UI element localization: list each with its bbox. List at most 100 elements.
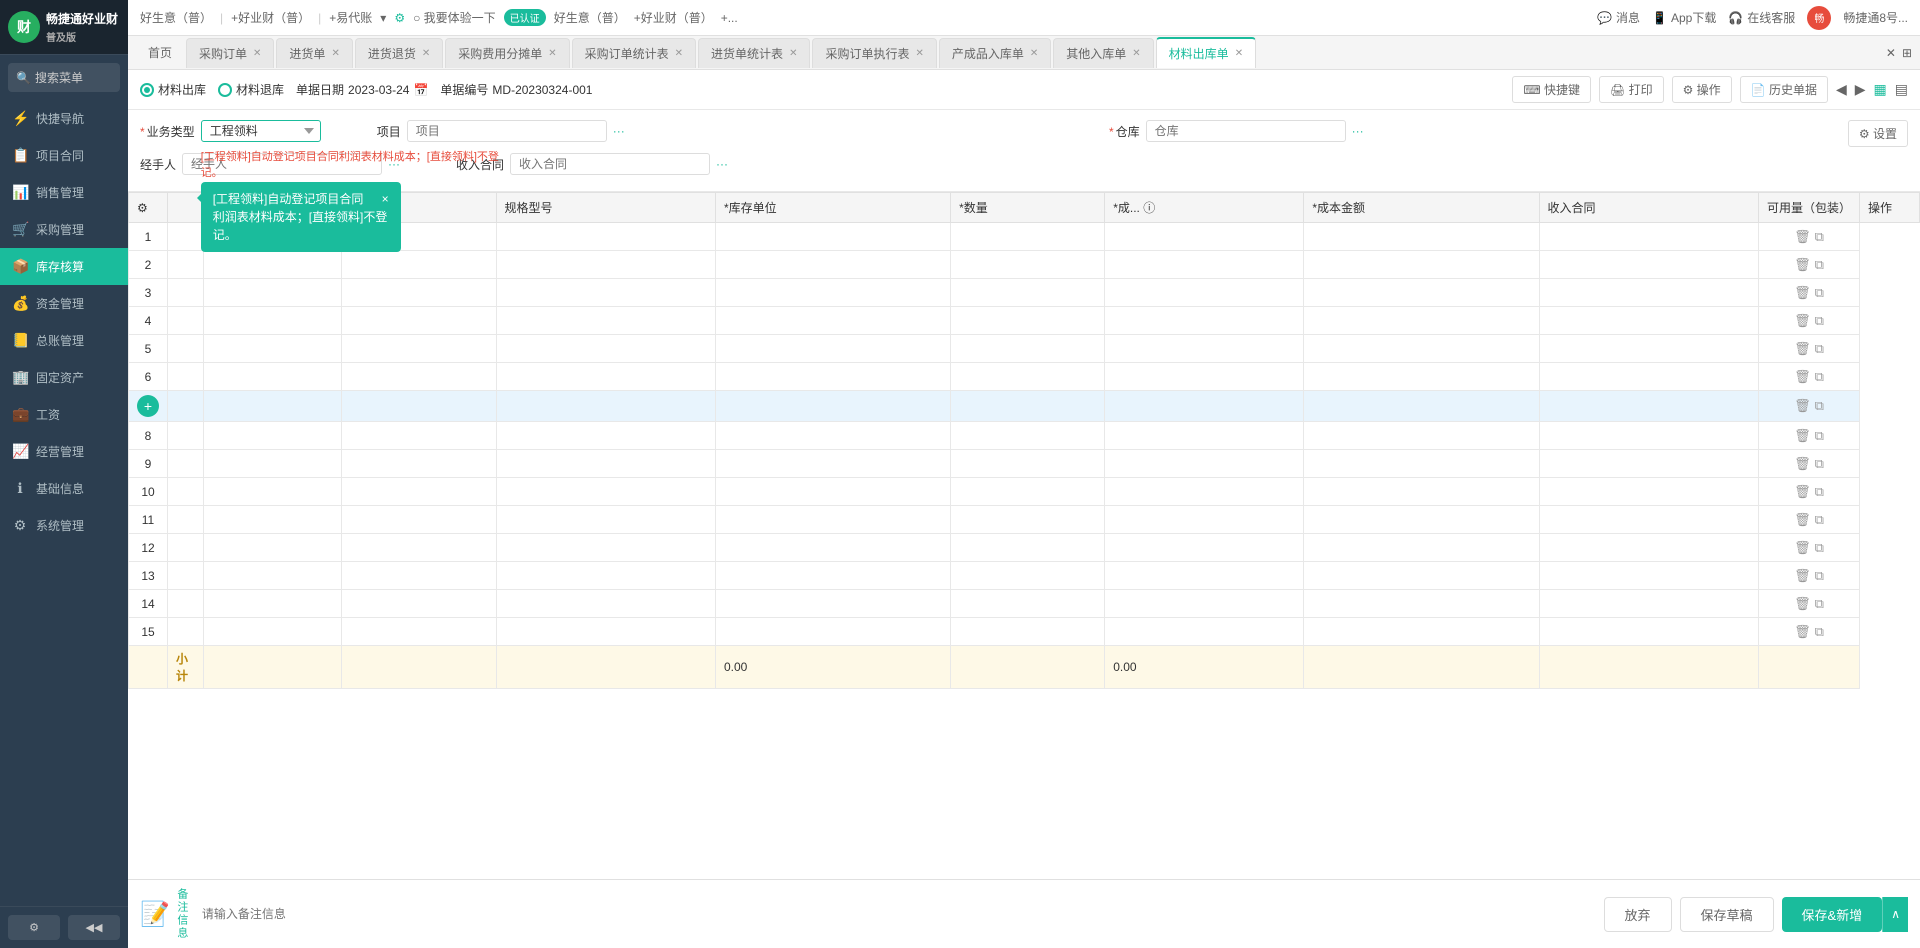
- tooltip-close-button[interactable]: ×: [382, 190, 389, 208]
- tab-close-purchase-stat[interactable]: ✕: [675, 48, 683, 59]
- cell-cost-amount[interactable]: [1105, 223, 1304, 251]
- cell-qty[interactable]: [715, 279, 950, 307]
- cell-project[interactable]: [168, 590, 204, 618]
- cell-cost-amount[interactable]: [1105, 618, 1304, 646]
- copy-icon[interactable]: ⧉: [1815, 341, 1824, 356]
- topbar-experience[interactable]: ○ 我要体验一下: [413, 9, 496, 26]
- cell-name[interactable]: [204, 478, 342, 506]
- cell-cost-amount[interactable]: [1105, 590, 1304, 618]
- tab-close-purchase-fee[interactable]: ✕: [548, 48, 556, 59]
- cell-income-contract[interactable]: [1304, 534, 1539, 562]
- cell-cost-amount[interactable]: [1105, 251, 1304, 279]
- cell-qty[interactable]: [715, 335, 950, 363]
- cell-unit[interactable]: [496, 279, 715, 307]
- cell-project[interactable]: [168, 279, 204, 307]
- delete-icon[interactable]: 🗑: [1794, 456, 1811, 471]
- radio-material-return[interactable]: 材料退库: [218, 81, 284, 98]
- tab-close-material-out[interactable]: ✕: [1235, 48, 1243, 59]
- cell-name[interactable]: [204, 422, 342, 450]
- cell-income-contract[interactable]: [1304, 279, 1539, 307]
- sidebar-item-fixed-assets[interactable]: 🏢 固定资产: [0, 359, 128, 396]
- delete-icon[interactable]: 🗑: [1794, 341, 1811, 356]
- copy-icon[interactable]: ⧉: [1815, 285, 1824, 300]
- topbar-link-2[interactable]: +好业财（普）: [231, 9, 310, 26]
- history-button[interactable]: 📄 历史单据: [1740, 76, 1828, 103]
- cell-cost-price[interactable]: [951, 251, 1105, 279]
- tab-in-stat[interactable]: 进货单统计表 ✕: [698, 38, 810, 68]
- cell-unit[interactable]: [496, 223, 715, 251]
- cell-cost-price[interactable]: [951, 279, 1105, 307]
- sidebar-item-ledger[interactable]: 📒 总账管理: [0, 322, 128, 359]
- cell-available[interactable]: [1539, 279, 1758, 307]
- sidebar-item-system[interactable]: ⚙ 系统管理: [0, 507, 128, 544]
- cell-name[interactable]: [204, 307, 342, 335]
- prev-record-button[interactable]: ◀: [1836, 81, 1847, 98]
- cell-available[interactable]: [1539, 618, 1758, 646]
- tab-close-product-in[interactable]: ✕: [1030, 48, 1038, 59]
- cell-unit[interactable]: [496, 618, 715, 646]
- tab-close-purchase-return[interactable]: ✕: [422, 48, 430, 59]
- save-new-dropdown-button[interactable]: ∧: [1882, 897, 1908, 932]
- cell-project[interactable]: [168, 422, 204, 450]
- cell-project[interactable]: [168, 562, 204, 590]
- cell-cost-price[interactable]: [951, 223, 1105, 251]
- print-button[interactable]: 🖨 打印: [1599, 76, 1664, 103]
- copy-icon[interactable]: ⧉: [1815, 596, 1824, 611]
- cell-available[interactable]: [1539, 590, 1758, 618]
- cell-project[interactable]: [168, 223, 204, 251]
- delete-icon[interactable]: 🗑: [1794, 624, 1811, 639]
- cell-available[interactable]: [1539, 251, 1758, 279]
- cell-name[interactable]: [204, 335, 342, 363]
- cell-unit[interactable]: [496, 478, 715, 506]
- sidebar-item-operations[interactable]: 📈 经营管理: [0, 433, 128, 470]
- cell-unit[interactable]: [496, 335, 715, 363]
- cell-qty[interactable]: [715, 223, 950, 251]
- cell-available[interactable]: [1539, 422, 1758, 450]
- cell-name[interactable]: [204, 618, 342, 646]
- cell-qty[interactable]: [715, 590, 950, 618]
- copy-icon[interactable]: ⧉: [1815, 428, 1824, 443]
- topbar-link-3[interactable]: +易代账: [329, 9, 372, 26]
- cell-cost-price[interactable]: [951, 478, 1105, 506]
- cell-qty[interactable]: [715, 562, 950, 590]
- save-draft-button[interactable]: 保存草稿: [1680, 897, 1774, 932]
- cell-project-active[interactable]: [168, 391, 204, 422]
- delete-icon[interactable]: 🗑: [1794, 257, 1811, 272]
- shortcut-key-button[interactable]: ⌨ 快捷键: [1512, 76, 1591, 103]
- copy-icon[interactable]: ⧉: [1815, 540, 1824, 555]
- tab-purchase-stat[interactable]: 采购订单统计表 ✕: [572, 38, 696, 68]
- cell-income-contract[interactable]: [1304, 251, 1539, 279]
- cell-cost-amount[interactable]: [1105, 279, 1304, 307]
- cell-cost-amount[interactable]: [1105, 363, 1304, 391]
- cell-spec[interactable]: [342, 279, 496, 307]
- topbar-link-1[interactable]: 好生意（普）: [140, 9, 212, 26]
- delete-icon[interactable]: 🗑: [1794, 313, 1811, 328]
- income-contract-input[interactable]: [510, 153, 710, 175]
- cell-income-contract[interactable]: [1304, 618, 1539, 646]
- cell-cost-price-active[interactable]: [951, 391, 1105, 422]
- radio-material-out[interactable]: 材料出库: [140, 81, 206, 98]
- date-value[interactable]: 2023-03-24: [348, 83, 409, 97]
- sidebar-item-finance[interactable]: 💰 资金管理: [0, 285, 128, 322]
- cell-cost-amount[interactable]: [1105, 506, 1304, 534]
- cell-cost-price[interactable]: [951, 590, 1105, 618]
- cell-income-contract[interactable]: [1304, 335, 1539, 363]
- cell-spec[interactable]: [342, 335, 496, 363]
- cell-name-active[interactable]: [204, 391, 342, 422]
- cell-income-contract[interactable]: [1304, 223, 1539, 251]
- cell-available[interactable]: [1539, 363, 1758, 391]
- cell-spec[interactable]: [342, 251, 496, 279]
- cell-qty[interactable]: [715, 618, 950, 646]
- tab-material-out[interactable]: 材料出库单 ✕: [1156, 37, 1256, 68]
- cell-name[interactable]: [204, 251, 342, 279]
- topbar-extra-3[interactable]: +...: [721, 11, 738, 25]
- cell-income-contract-active[interactable]: [1304, 391, 1539, 422]
- topbar-extra-2[interactable]: +好业财（普）: [634, 9, 713, 26]
- column-settings-button[interactable]: ⚙ 设置: [1848, 120, 1908, 147]
- copy-icon[interactable]: ⧉: [1815, 624, 1824, 639]
- cell-cost-amount[interactable]: [1105, 450, 1304, 478]
- tab-purchase-return[interactable]: 进货退货 ✕: [355, 38, 443, 68]
- cell-project[interactable]: [168, 618, 204, 646]
- cell-unit[interactable]: [496, 506, 715, 534]
- cell-spec[interactable]: [342, 506, 496, 534]
